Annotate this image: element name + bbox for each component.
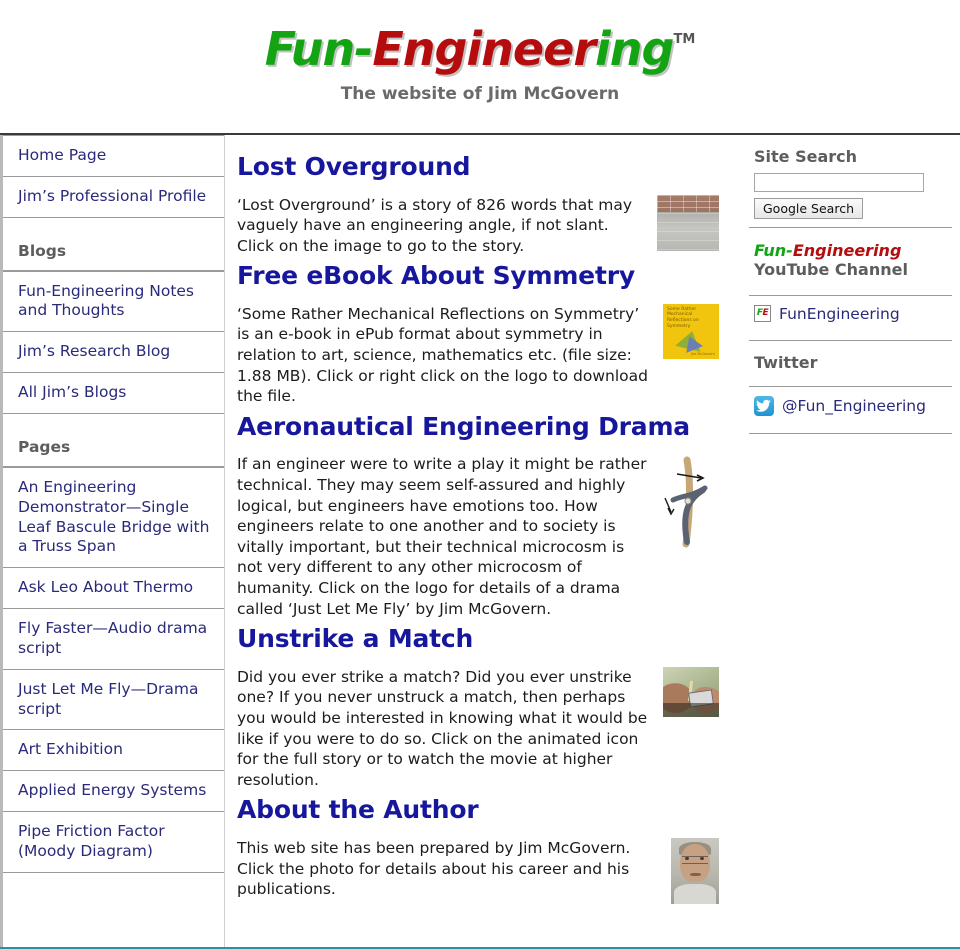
article-title[interactable]: Lost Overground xyxy=(237,153,719,181)
favicon-letter-e: E xyxy=(762,308,769,319)
article-body: ‘Some Rather Mechanical Reflections on S… xyxy=(237,304,648,406)
youtube-link-label: FunEngineering xyxy=(779,304,900,323)
article-unstrike-a-match: Unstrike a Match Did you ever strike a m… xyxy=(237,625,719,790)
sidebar-item-just-let-me-fly[interactable]: Just Let Me Fly—Drama script xyxy=(3,670,224,731)
sidebar-item-label: All Jim’s Blogs xyxy=(18,383,127,402)
nav-pages-group: An Engineering Demonstrator—Single Leaf … xyxy=(3,466,224,873)
brick-wall-image xyxy=(657,194,719,251)
twitter-bird-icon xyxy=(754,395,774,416)
sidebar-item-engineering-demonstrator[interactable]: An Engineering Demonstrator—Single Leaf … xyxy=(3,466,224,569)
sidebar-item-label: Jim’s Research Blog xyxy=(18,342,171,361)
article-title[interactable]: Free eBook About Symmetry xyxy=(237,262,719,290)
fun-engineering-favicon-icon: FE xyxy=(754,305,771,323)
sidebar-item-label: Pipe Friction Factor (Moody Diagram) xyxy=(18,822,165,860)
sidebar-item-applied-energy-systems[interactable]: Applied Energy Systems xyxy=(3,771,224,813)
youtube-channel-link[interactable]: FE FunEngineering xyxy=(749,296,952,332)
article-about-the-author: About the Author This web site has been … xyxy=(237,796,719,904)
sidebar-item-label: Fly Faster—Audio drama script xyxy=(18,619,208,657)
sidebar-item-all-blogs[interactable]: All Jim’s Blogs xyxy=(3,373,224,414)
site-tagline: The website of Jim McGovern xyxy=(340,84,620,104)
divider xyxy=(749,432,952,434)
match-photo-thumbnail[interactable] xyxy=(663,666,719,717)
nav-top-group: Home Page Jim’s Professional Profile xyxy=(3,135,224,218)
sidebar-item-fly-faster[interactable]: Fly Faster—Audio drama script xyxy=(3,609,224,670)
logo-text-fun: Fun- xyxy=(264,22,374,76)
logo-text-ing: ing xyxy=(595,22,674,76)
article-title[interactable]: About the Author xyxy=(237,796,719,824)
sidebar-heading-pages: Pages xyxy=(3,426,224,467)
yt-logo-engineering: Engineering xyxy=(792,241,902,260)
site-header: Fun-EngineeringTM The website of Jim McG… xyxy=(0,0,960,135)
sidebar-item-pipe-friction-factor[interactable]: Pipe Friction Factor (Moody Diagram) xyxy=(3,812,224,873)
twitter-link[interactable]: @Fun_Engineering xyxy=(749,387,952,425)
sidebar-item-label: Applied Energy Systems xyxy=(18,781,207,800)
sidebar-item-label: Jim’s Professional Profile xyxy=(18,186,207,205)
article-body: This web site has been prepared by Jim M… xyxy=(237,838,631,899)
article-body: If an engineer were to write a play it m… xyxy=(237,455,647,618)
sidebar-item-label: Home Page xyxy=(18,146,107,164)
ebook-cover-caption: Jim McGovern xyxy=(690,351,715,356)
propeller-logo-image xyxy=(664,456,708,548)
article-body: Did you ever strike a match? Did you eve… xyxy=(237,667,648,789)
page-columns: Home Page Jim’s Professional Profile Blo… xyxy=(0,135,960,947)
article-lost-overground: Lost Overground ‘Lost Overground’ is a s… xyxy=(237,153,719,256)
article-free-ebook-symmetry: Free eBook About Symmetry ‘Some Rather M… xyxy=(237,262,719,407)
search-input[interactable] xyxy=(754,173,924,192)
sidebar-heading-blogs: Blogs xyxy=(3,230,224,271)
ebook-cover-title: Some Rather Mechanical Reflections on Sy… xyxy=(667,306,699,329)
brick-wall-photo-thumbnail[interactable] xyxy=(657,194,719,251)
twitter-heading: Twitter xyxy=(754,352,818,372)
propeller-logo-thumbnail[interactable] xyxy=(657,454,719,554)
nav-blogs-group: Fun-Engineering Notes and Thoughts Jim’s… xyxy=(3,270,224,414)
youtube-channel-logo: Fun-Engineering xyxy=(749,228,952,260)
ebook-cover-thumbnail[interactable]: Some Rather Mechanical Reflections on Sy… xyxy=(663,303,719,359)
youtube-channel-heading: YouTube Channel xyxy=(754,259,908,279)
sidebar-item-label: Fun-Engineering Notes and Thoughts xyxy=(18,281,195,320)
article-title[interactable]: Aeronautical Engineering Drama xyxy=(237,413,719,441)
sidebar-item-ask-leo[interactable]: Ask Leo About Thermo xyxy=(3,568,224,610)
sidebar-item-label: Just Let Me Fly—Drama script xyxy=(18,679,199,718)
left-sidebar: Home Page Jim’s Professional Profile Blo… xyxy=(0,135,225,947)
sidebar-item-research-blog[interactable]: Jim’s Research Blog xyxy=(3,332,224,374)
twitter-link-label: @Fun_Engineering xyxy=(782,396,926,415)
sidebar-item-fun-engineering-notes[interactable]: Fun-Engineering Notes and Thoughts xyxy=(3,270,224,333)
site-search-heading: Site Search xyxy=(754,147,858,166)
sidebar-item-label: An Engineering Demonstrator—Single Leaf … xyxy=(18,477,210,556)
sidebar-item-label: Ask Leo About Thermo xyxy=(18,578,194,597)
sidebar-item-art-exhibition[interactable]: Art Exhibition xyxy=(3,730,224,772)
article-body: ‘Lost Overground’ is a story of 826 word… xyxy=(237,195,633,255)
google-search-button[interactable]: Google Search xyxy=(754,198,863,219)
main-content: Lost Overground ‘Lost Overground’ is a s… xyxy=(225,135,735,947)
site-logo[interactable]: Fun-EngineeringTM xyxy=(0,0,960,72)
sidebar-item-home-page[interactable]: Home Page xyxy=(3,135,224,177)
logo-text-engineer: Engineer xyxy=(372,22,596,76)
match-photo-image xyxy=(663,666,719,717)
author-photo-thumbnail[interactable] xyxy=(671,837,719,904)
page-root: Fun-EngineeringTM The website of Jim McG… xyxy=(0,0,960,949)
yt-logo-fun: Fun- xyxy=(754,241,793,260)
ebook-cover-image: Some Rather Mechanical Reflections on Sy… xyxy=(663,303,719,359)
right-sidebar: Site Search Google Search Fun-Engineerin… xyxy=(735,135,960,947)
author-photo-image xyxy=(671,837,719,904)
article-title[interactable]: Unstrike a Match xyxy=(237,625,719,653)
trademark-symbol: TM xyxy=(673,32,696,47)
sidebar-item-professional-profile[interactable]: Jim’s Professional Profile xyxy=(3,177,224,218)
sidebar-item-label: Art Exhibition xyxy=(18,740,123,759)
article-aeronautical-drama: Aeronautical Engineering Drama If an eng… xyxy=(237,413,719,619)
